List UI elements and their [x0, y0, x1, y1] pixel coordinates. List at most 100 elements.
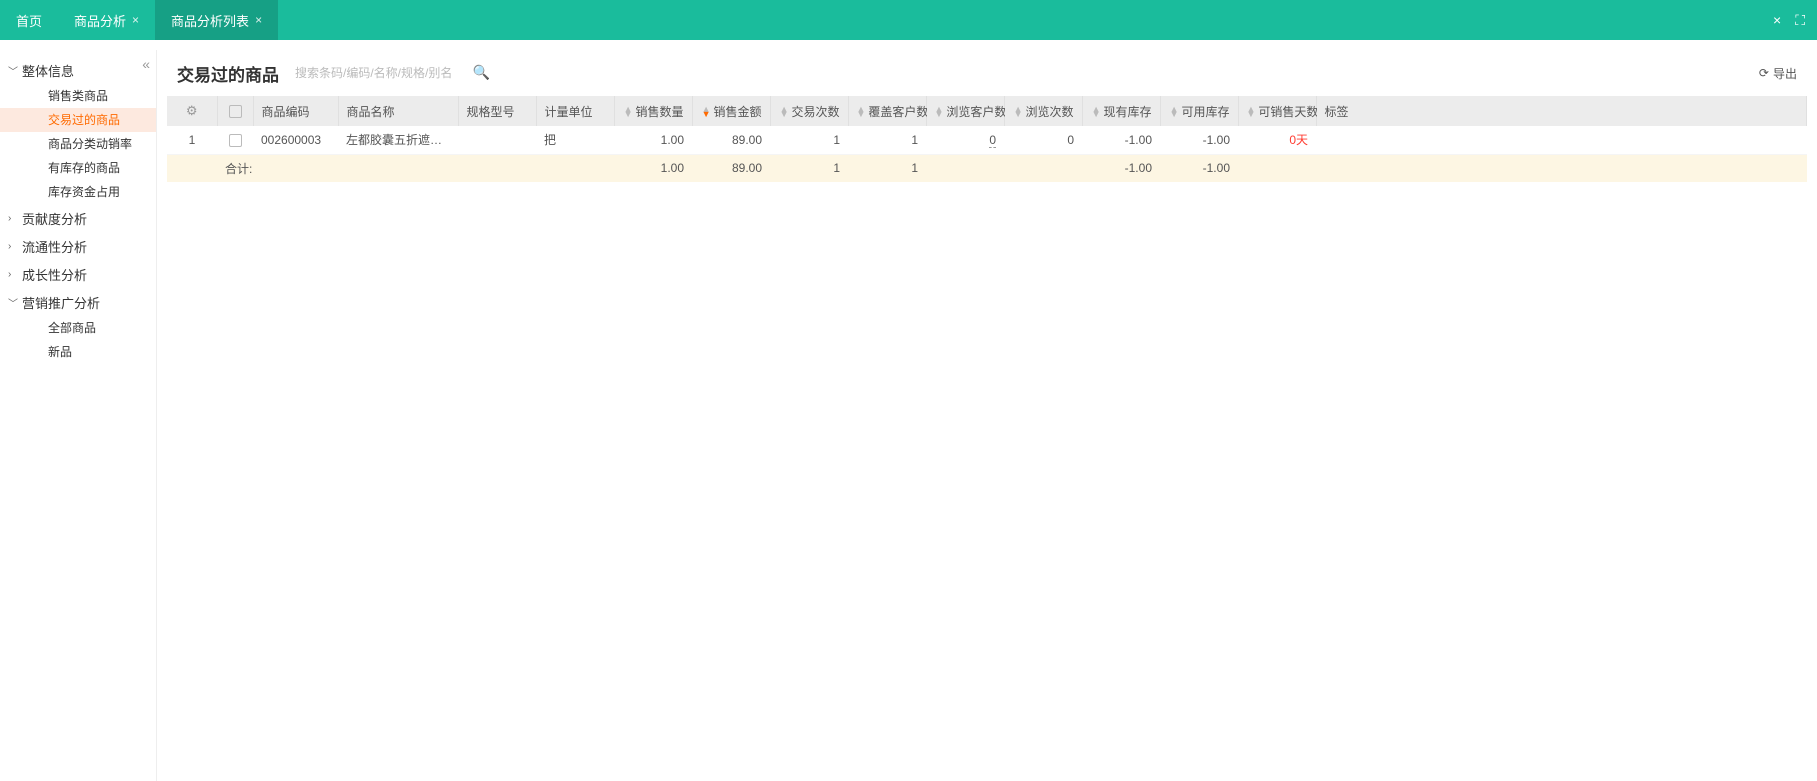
- sidebar-group-label: 整体信息: [22, 61, 74, 80]
- title-bar: 交易过的商品 🔍 ⟳ 导出: [157, 50, 1817, 96]
- cell-trades: 1: [770, 126, 848, 154]
- sidebar-item-label: 库存资金占用: [48, 185, 120, 199]
- sidebar-item-label: 交易过的商品: [48, 113, 120, 127]
- col-header-unit[interactable]: 计量单位: [536, 96, 614, 126]
- cell-views: 0: [1004, 126, 1082, 154]
- chevron-down-icon: ﹀: [8, 63, 18, 78]
- cell-index: 1: [167, 126, 217, 154]
- sidebar-item-category-rate[interactable]: 商品分类动销率: [0, 132, 156, 156]
- cell-tags: [1316, 126, 1807, 154]
- table-row[interactable]: 1 002600003 左都胶囊五折遮阳伞防晒伞 把 1.00 89.00 1 …: [167, 126, 1807, 154]
- col-header-view-customers[interactable]: ▲▼浏览客户数: [926, 96, 1004, 126]
- chevron-right-icon: ›: [8, 213, 11, 224]
- totals-qty: 1.00: [614, 154, 692, 182]
- col-header-sale-days[interactable]: ▲▼可销售天数: [1238, 96, 1316, 126]
- col-header-views[interactable]: ▲▼浏览次数: [1004, 96, 1082, 126]
- cell-name: 左都胶囊五折遮阳伞防晒伞: [338, 126, 458, 154]
- close-all-icon[interactable]: ×: [1773, 12, 1781, 28]
- col-header-name[interactable]: 商品名称: [338, 96, 458, 126]
- row-checkbox[interactable]: [229, 134, 242, 147]
- col-header-available[interactable]: ▲▼可用库存: [1160, 96, 1238, 126]
- totals-available: -1.00: [1160, 154, 1238, 182]
- search-wrap: 🔍: [295, 59, 490, 87]
- sort-icon: ▲▼: [1014, 107, 1023, 117]
- col-header-customers[interactable]: ▲▼覆盖客户数: [848, 96, 926, 126]
- top-right-controls: × ⛶: [1761, 0, 1817, 40]
- sidebar-item-label: 销售类商品: [48, 89, 108, 103]
- tab-product-analysis-list[interactable]: 商品分析列表 ×: [155, 0, 278, 40]
- col-header-stock[interactable]: ▲▼现有库存: [1082, 96, 1160, 126]
- close-icon[interactable]: ×: [255, 13, 262, 27]
- export-icon: ⟳: [1759, 66, 1769, 80]
- sort-icon: ▲▼: [1170, 107, 1179, 117]
- select-all-checkbox[interactable]: [229, 105, 242, 118]
- search-icon[interactable]: 🔍: [473, 64, 490, 80]
- search-input[interactable]: [295, 59, 465, 87]
- sidebar-group-overall[interactable]: ﹀ 整体信息: [0, 56, 156, 84]
- top-tab-bar: 首页 商品分析 × 商品分析列表 × × ⛶: [0, 0, 1817, 40]
- sort-icon: ▲▼: [624, 107, 633, 117]
- sidebar-group-growth[interactable]: › 成长性分析: [0, 260, 156, 288]
- spacer: [0, 40, 1817, 50]
- tab-label: 商品分析: [74, 11, 126, 30]
- cell-stock: -1.00: [1082, 126, 1160, 154]
- totals-amount: 89.00: [692, 154, 770, 182]
- sidebar-group-label: 流通性分析: [22, 237, 87, 256]
- chevron-right-icon: ›: [8, 241, 11, 252]
- sort-icon: ▲▼: [1092, 107, 1101, 117]
- page-title: 交易过的商品: [177, 61, 279, 86]
- totals-trades: 1: [770, 154, 848, 182]
- tab-product-analysis[interactable]: 商品分析 ×: [58, 0, 155, 40]
- sidebar-item-traded-products[interactable]: 交易过的商品: [0, 108, 156, 132]
- col-header-code[interactable]: 商品编码: [253, 96, 338, 126]
- col-header-spec[interactable]: 规格型号: [458, 96, 536, 126]
- cell-unit: 把: [536, 126, 614, 154]
- sidebar-group-label: 成长性分析: [22, 265, 87, 284]
- export-label: 导出: [1773, 65, 1797, 82]
- fullscreen-icon[interactable]: ⛶: [1795, 12, 1805, 29]
- sidebar-item-sale-products[interactable]: 销售类商品: [0, 84, 156, 108]
- sidebar-item-in-stock[interactable]: 有库存的商品: [0, 156, 156, 180]
- sort-icon: ▲▼: [857, 107, 866, 117]
- sidebar-item-label: 新品: [48, 345, 72, 359]
- tab-home[interactable]: 首页: [0, 0, 58, 40]
- col-header-qty[interactable]: ▲▼销售数量: [614, 96, 692, 126]
- sidebar-item-label: 商品分类动销率: [48, 137, 132, 151]
- sidebar-item-label: 有库存的商品: [48, 161, 120, 175]
- sidebar-item-new-products[interactable]: 新品: [0, 340, 156, 364]
- table-header-row: ⚙ 商品编码 商品名称 规格型号 计量单位 ▲▼销售数量 ▲▼销售金额 ▲▼交易…: [167, 96, 1807, 126]
- cell-view-customers[interactable]: 0: [926, 126, 1004, 154]
- sidebar-item-capital-occupancy[interactable]: 库存资金占用: [0, 180, 156, 204]
- sort-icon: ▲▼: [780, 107, 789, 117]
- sidebar-group-contribution[interactable]: › 贡献度分析: [0, 204, 156, 232]
- totals-customers: 1: [848, 154, 926, 182]
- sidebar-group-circulation[interactable]: › 流通性分析: [0, 232, 156, 260]
- cell-sale-days: 0天: [1238, 126, 1316, 154]
- data-table: ⚙ 商品编码 商品名称 规格型号 计量单位 ▲▼销售数量 ▲▼销售金额 ▲▼交易…: [167, 96, 1807, 182]
- sidebar-item-all-products[interactable]: 全部商品: [0, 316, 156, 340]
- cell-qty: 1.00: [614, 126, 692, 154]
- cell-code: 002600003: [253, 126, 338, 154]
- cell-amount: 89.00: [692, 126, 770, 154]
- tab-label: 商品分析列表: [171, 11, 249, 30]
- sidebar-group-marketing[interactable]: ﹀ 营销推广分析: [0, 288, 156, 316]
- table-totals-row: 合计: 1.00 89.00 1 1 -1.00 -1.00: [167, 154, 1807, 182]
- tab-label: 首页: [16, 11, 42, 30]
- sidebar-group-label: 贡献度分析: [22, 209, 87, 228]
- close-icon[interactable]: ×: [132, 13, 139, 27]
- totals-stock: -1.00: [1082, 154, 1160, 182]
- col-header-tags[interactable]: 标签: [1316, 96, 1807, 126]
- col-header-amount[interactable]: ▲▼销售金额: [692, 96, 770, 126]
- sidebar: « ﹀整体信息 销售类商品 交易过的商品 商品分类动销率 有库存的商品 库存资金…: [0, 50, 157, 781]
- sort-icon: ▲▼: [935, 107, 944, 117]
- gear-icon[interactable]: ⚙: [186, 103, 198, 119]
- sidebar-group-label: 营销推广分析: [22, 293, 100, 312]
- cell-customers: 1: [848, 126, 926, 154]
- chevron-down-icon: ﹀: [8, 295, 18, 310]
- col-header-trades[interactable]: ▲▼交易次数: [770, 96, 848, 126]
- totals-label: 合计:: [217, 154, 338, 182]
- chevron-right-icon: ›: [8, 269, 11, 280]
- cell-spec: [458, 126, 536, 154]
- export-button[interactable]: ⟳ 导出: [1759, 65, 1797, 82]
- sort-icon: ▲▼: [702, 107, 711, 117]
